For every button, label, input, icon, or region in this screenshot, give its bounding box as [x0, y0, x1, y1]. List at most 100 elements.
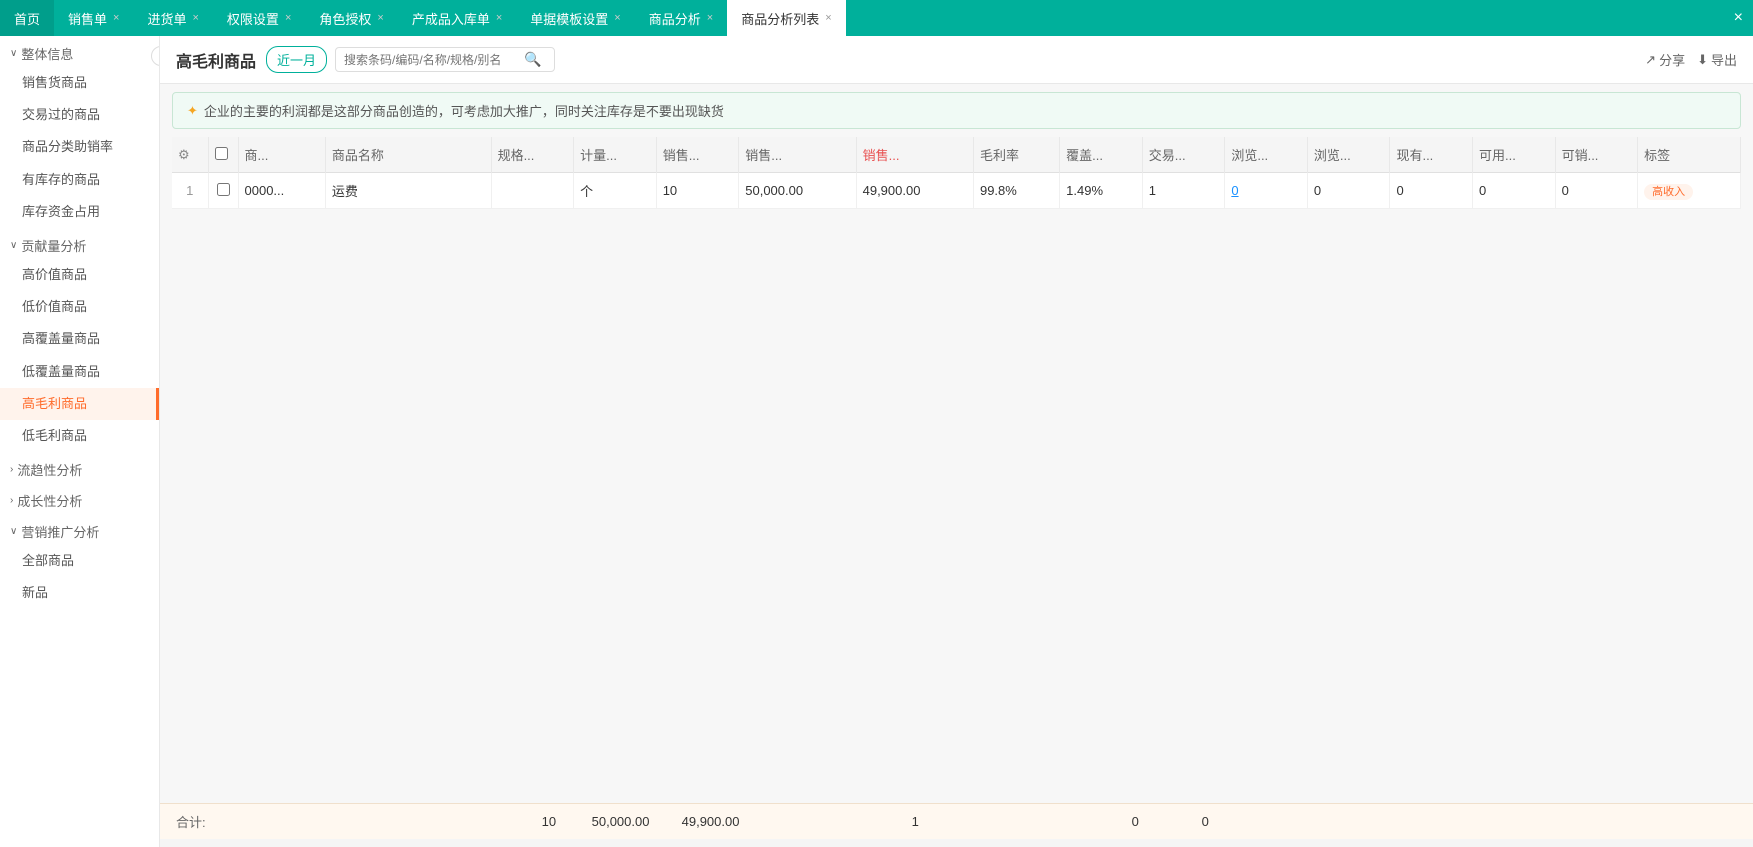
- nav-permission-settings[interactable]: 权限设置 ×: [213, 0, 305, 36]
- col-checkbox[interactable]: [208, 137, 238, 173]
- footer-sales-profit: 49,900.00: [682, 814, 772, 829]
- arrow-down-icon-2: ∨: [10, 240, 17, 251]
- share-button[interactable]: ↗ 分享: [1645, 50, 1685, 69]
- col-settings[interactable]: ⚙: [172, 137, 208, 173]
- column-settings-icon[interactable]: ⚙: [178, 147, 190, 162]
- close-purchase-order-icon[interactable]: ×: [192, 12, 198, 24]
- search-input[interactable]: [344, 53, 524, 67]
- search-box: 🔍: [335, 47, 555, 72]
- nav-purchase-order[interactable]: 进货单 ×: [133, 0, 212, 36]
- cell-spec: [491, 173, 574, 209]
- arrow-down-icon-3: ∨: [10, 526, 17, 537]
- select-all-checkbox[interactable]: [215, 147, 228, 160]
- sidebar-item-low-value[interactable]: 低价值商品: [0, 291, 159, 323]
- arrow-right-icon: ›: [10, 464, 13, 475]
- close-template-icon[interactable]: ×: [614, 12, 620, 24]
- close-all-button[interactable]: ×: [1734, 9, 1753, 27]
- share-icon: ↗: [1645, 52, 1656, 68]
- cell-current: 0: [1390, 173, 1473, 209]
- cell-views2: 0: [1307, 173, 1390, 209]
- export-button[interactable]: ⬇ 导出: [1697, 50, 1737, 69]
- cell-name: 运费: [325, 173, 491, 209]
- cell-views1[interactable]: 0: [1225, 173, 1308, 209]
- sidebar-item-high-value[interactable]: 高价值商品: [0, 259, 159, 291]
- cell-sales-qty: 10: [656, 173, 739, 209]
- col-views2: 浏览...: [1307, 137, 1390, 173]
- cell-index: 1: [172, 173, 208, 209]
- col-current: 现有...: [1390, 137, 1473, 173]
- footer-current: 0: [1132, 814, 1202, 829]
- table-header-row: ⚙ 商... 商品名称 规格... 计量... 销售... 销售... 销售..…: [172, 137, 1741, 173]
- col-available: 可用...: [1473, 137, 1556, 173]
- arrow-down-icon: ∨: [10, 48, 17, 59]
- sidebar-item-traded-goods[interactable]: 交易过的商品: [0, 99, 159, 131]
- close-product-stock-icon[interactable]: ×: [496, 12, 502, 24]
- close-sales-order-icon[interactable]: ×: [113, 12, 119, 24]
- col-gross-margin: 毛利率: [973, 137, 1059, 173]
- col-sales-amt: 销售...: [739, 137, 856, 173]
- product-table: ⚙ 商... 商品名称 规格... 计量... 销售... 销售... 销售..…: [172, 137, 1741, 209]
- sidebar-item-low-coverage[interactable]: 低覆盖量商品: [0, 356, 159, 388]
- nav-product-analysis[interactable]: 商品分析 ×: [635, 0, 727, 36]
- warning-icon: ✦: [187, 103, 198, 119]
- page-title: 高毛利商品: [176, 48, 256, 72]
- cell-sales-amt: 50,000.00: [739, 173, 856, 209]
- cell-unit: 个: [574, 173, 657, 209]
- nav-sales-order[interactable]: 销售单 ×: [54, 0, 133, 36]
- arrow-right-icon-2: ›: [10, 495, 13, 506]
- cell-available: 0: [1473, 173, 1556, 209]
- col-views1: 浏览...: [1225, 137, 1308, 173]
- content-header: 高毛利商品 近一月 🔍 ↗ 分享 ⬇ 导出: [160, 36, 1753, 84]
- footer-total-row: 合计: 10 50,000.00 49,900.00 1 0 0: [160, 803, 1753, 839]
- filter-recent-month-button[interactable]: 近一月: [266, 46, 327, 73]
- sidebar-item-high-coverage[interactable]: 高覆盖量商品: [0, 323, 159, 355]
- col-saleable: 可销...: [1555, 137, 1638, 173]
- sidebar-item-high-margin[interactable]: 高毛利商品: [0, 388, 159, 420]
- cell-gross-margin: 99.8%: [973, 173, 1059, 209]
- sidebar-item-new-goods[interactable]: 新品: [0, 577, 159, 609]
- content-area: 高毛利商品 近一月 🔍 ↗ 分享 ⬇ 导出 ✦ 企业的主: [160, 36, 1753, 847]
- sidebar-group-trend[interactable]: › 流趋性分析: [0, 452, 159, 483]
- sidebar-item-sales-goods[interactable]: 销售货商品: [0, 67, 159, 99]
- table-row: 1 0000... 运费 个 10 50,000.00 49,900.00 99…: [172, 173, 1741, 209]
- horizontal-scrollbar[interactable]: [160, 839, 1753, 847]
- cell-coverage: 1.49%: [1060, 173, 1143, 209]
- sidebar-item-in-stock[interactable]: 有库存的商品: [0, 164, 159, 196]
- cell-checkbox[interactable]: [208, 173, 238, 209]
- search-icon[interactable]: 🔍: [524, 51, 541, 68]
- close-permission-icon[interactable]: ×: [285, 12, 291, 24]
- sidebar-item-stock-capital[interactable]: 库存资金占用: [0, 196, 159, 228]
- nav-role-auth[interactable]: 角色授权 ×: [305, 0, 397, 36]
- nav-template-settings[interactable]: 单据模板设置 ×: [516, 0, 634, 36]
- col-coverage: 覆盖...: [1060, 137, 1143, 173]
- col-code: 商...: [238, 137, 325, 173]
- cell-tag: 高收入: [1638, 173, 1741, 209]
- close-role-icon[interactable]: ×: [377, 12, 383, 24]
- close-analysis-list-icon[interactable]: ×: [825, 12, 831, 24]
- col-tag: 标签: [1638, 137, 1741, 173]
- sidebar-item-category-sales[interactable]: 商品分类助销率: [0, 131, 159, 163]
- cell-saleable: 0: [1555, 173, 1638, 209]
- footer-values: 10 50,000.00 49,900.00 1 0 0: [226, 814, 1737, 829]
- footer-available: 0: [1202, 814, 1272, 829]
- sidebar-group-contribution[interactable]: ∨ 贡献量分析: [0, 228, 159, 259]
- footer-transactions: 1: [912, 814, 992, 829]
- main-layout: 《 ∨ 整体信息 销售货商品 交易过的商品 商品分类助销率 有库存的商品 库存资…: [0, 36, 1753, 847]
- col-sales-qty: 销售...: [656, 137, 739, 173]
- sidebar-item-all-goods[interactable]: 全部商品: [0, 545, 159, 577]
- nav-product-analysis-list[interactable]: 商品分析列表 ×: [727, 0, 845, 36]
- col-transactions: 交易...: [1142, 137, 1225, 173]
- col-spec: 规格...: [491, 137, 574, 173]
- sidebar-group-marketing[interactable]: ∨ 营销推广分析: [0, 514, 159, 545]
- cell-sales-profit: 49,900.00: [856, 173, 973, 209]
- col-name: 商品名称: [325, 137, 491, 173]
- sidebar-group-growth[interactable]: › 成长性分析: [0, 483, 159, 514]
- nav-home[interactable]: 首页: [0, 0, 54, 36]
- cell-code: 0000...: [238, 173, 325, 209]
- info-banner: ✦ 企业的主要的利润都是这部分商品创造的，可考虑加大推广，同时关注库存是不要出现…: [172, 92, 1741, 129]
- nav-product-stock[interactable]: 产成品入库单 ×: [398, 0, 516, 36]
- close-analysis-icon[interactable]: ×: [707, 12, 713, 24]
- footer-sales-qty: 10: [542, 814, 592, 829]
- sidebar-item-low-margin[interactable]: 低毛利商品: [0, 420, 159, 452]
- sidebar-group-overall[interactable]: ∨ 整体信息: [0, 36, 159, 67]
